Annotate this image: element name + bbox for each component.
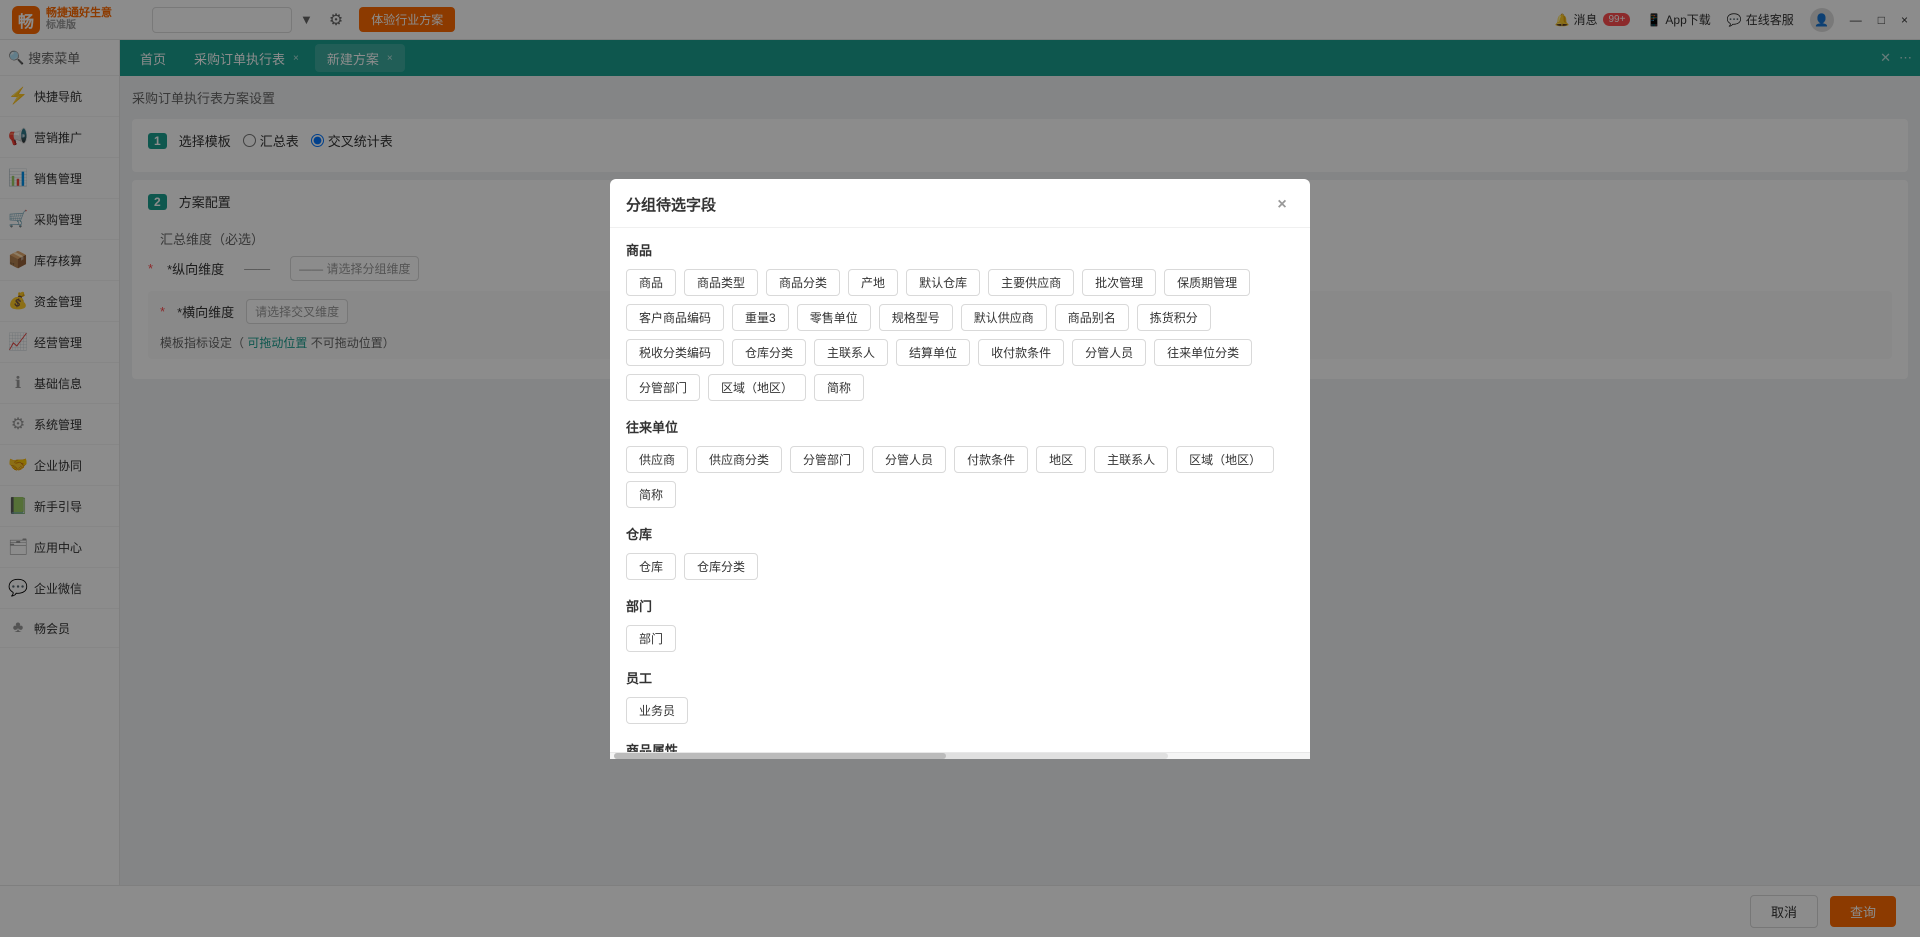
modal-close-button[interactable]: ×: [1270, 193, 1294, 217]
field-tag-region-goods[interactable]: 区域（地区）: [708, 374, 806, 401]
section-product-attr: 商品属性 属性 颜色 多规格 尺码 鞋码 1: [626, 740, 1294, 752]
section-employee-title: 员工: [626, 668, 1294, 687]
field-tag-warehouse-category[interactable]: 仓库分类: [732, 339, 806, 366]
field-select-modal: 分组待选字段 × 商品 商品 商品类型 商品分类 产地 默认仓库 主要供应商 批…: [610, 179, 1310, 759]
field-tag-short-name-partner[interactable]: 简称: [626, 481, 676, 508]
field-tag-spec-model[interactable]: 规格型号: [879, 304, 953, 331]
modal-body[interactable]: 商品 商品 商品类型 商品分类 产地 默认仓库 主要供应商 批次管理 保质期管理…: [610, 228, 1310, 752]
field-tag-payment-terms[interactable]: 收付款条件: [978, 339, 1064, 366]
modal-title: 分组待选字段: [626, 194, 716, 215]
section-warehouse-title: 仓库: [626, 524, 1294, 543]
employee-field-tags: 业务员: [626, 697, 1294, 724]
field-tag-department[interactable]: 部门: [626, 625, 676, 652]
field-tag-goods-category[interactable]: 商品分类: [766, 269, 840, 296]
goods-field-tags: 商品 商品类型 商品分类 产地 默认仓库 主要供应商 批次管理 保质期管理 客户…: [626, 269, 1294, 401]
field-tag-main-contact-partner[interactable]: 主联系人: [1094, 446, 1168, 473]
field-tag-manager-partner[interactable]: 分管人员: [872, 446, 946, 473]
field-tag-warehouse[interactable]: 仓库: [626, 553, 676, 580]
field-tag-partner-category[interactable]: 往来单位分类: [1154, 339, 1252, 366]
field-tag-retail-unit[interactable]: 零售单位: [797, 304, 871, 331]
field-tag-default-warehouse[interactable]: 默认仓库: [906, 269, 980, 296]
field-tag-weight3[interactable]: 重量3: [732, 304, 789, 331]
field-tag-dept-manage[interactable]: 分管部门: [626, 374, 700, 401]
close-icon: ×: [1277, 196, 1286, 214]
partner-field-tags: 供应商 供应商分类 分管部门 分管人员 付款条件 地区 主联系人 区域（地区） …: [626, 446, 1294, 508]
field-tag-customer-code[interactable]: 客户商品编码: [626, 304, 724, 331]
field-tag-salesperson[interactable]: 业务员: [626, 697, 688, 724]
field-tag-goods-alias[interactable]: 商品别名: [1055, 304, 1129, 331]
field-tag-main-contact[interactable]: 主联系人: [814, 339, 888, 366]
section-goods: 商品 商品 商品类型 商品分类 产地 默认仓库 主要供应商 批次管理 保质期管理…: [626, 240, 1294, 401]
modal-hscrollbar[interactable]: [610, 752, 1310, 759]
section-partner: 往来单位 供应商 供应商分类 分管部门 分管人员 付款条件 地区 主联系人 区域…: [626, 417, 1294, 508]
field-tag-region-partner[interactable]: 区域（地区）: [1176, 446, 1274, 473]
field-tag-goods-type[interactable]: 商品类型: [684, 269, 758, 296]
section-warehouse: 仓库 仓库 仓库分类: [626, 524, 1294, 580]
field-tag-goods[interactable]: 商品: [626, 269, 676, 296]
field-tag-warehouse-cat[interactable]: 仓库分类: [684, 553, 758, 580]
field-tag-payment-cond[interactable]: 付款条件: [954, 446, 1028, 473]
section-product-attr-title: 商品属性: [626, 740, 1294, 752]
field-tag-origin[interactable]: 产地: [848, 269, 898, 296]
field-tag-supplier-category[interactable]: 供应商分类: [696, 446, 782, 473]
section-department: 部门 部门: [626, 596, 1294, 652]
field-tag-short-name-goods[interactable]: 简称: [814, 374, 864, 401]
field-tag-supplier[interactable]: 供应商: [626, 446, 688, 473]
modal-header: 分组待选字段 ×: [610, 179, 1310, 228]
modal-overlay: 分组待选字段 × 商品 商品 商品类型 商品分类 产地 默认仓库 主要供应商 批…: [0, 0, 1920, 937]
field-tag-manager[interactable]: 分管人员: [1072, 339, 1146, 366]
field-tag-area[interactable]: 地区: [1036, 446, 1086, 473]
section-partner-title: 往来单位: [626, 417, 1294, 436]
section-department-title: 部门: [626, 596, 1294, 615]
field-tag-settlement-unit[interactable]: 结算单位: [896, 339, 970, 366]
field-tag-dept-manage-partner[interactable]: 分管部门: [790, 446, 864, 473]
field-tag-batch-manage[interactable]: 批次管理: [1082, 269, 1156, 296]
field-tag-main-supplier[interactable]: 主要供应商: [988, 269, 1074, 296]
field-tag-pick-points[interactable]: 拣货积分: [1137, 304, 1211, 331]
section-goods-title: 商品: [626, 240, 1294, 259]
section-employee: 员工 业务员: [626, 668, 1294, 724]
field-tag-tax-code[interactable]: 税收分类编码: [626, 339, 724, 366]
field-tag-default-supplier[interactable]: 默认供应商: [961, 304, 1047, 331]
field-tag-shelf-life[interactable]: 保质期管理: [1164, 269, 1250, 296]
department-field-tags: 部门: [626, 625, 1294, 652]
warehouse-field-tags: 仓库 仓库分类: [626, 553, 1294, 580]
